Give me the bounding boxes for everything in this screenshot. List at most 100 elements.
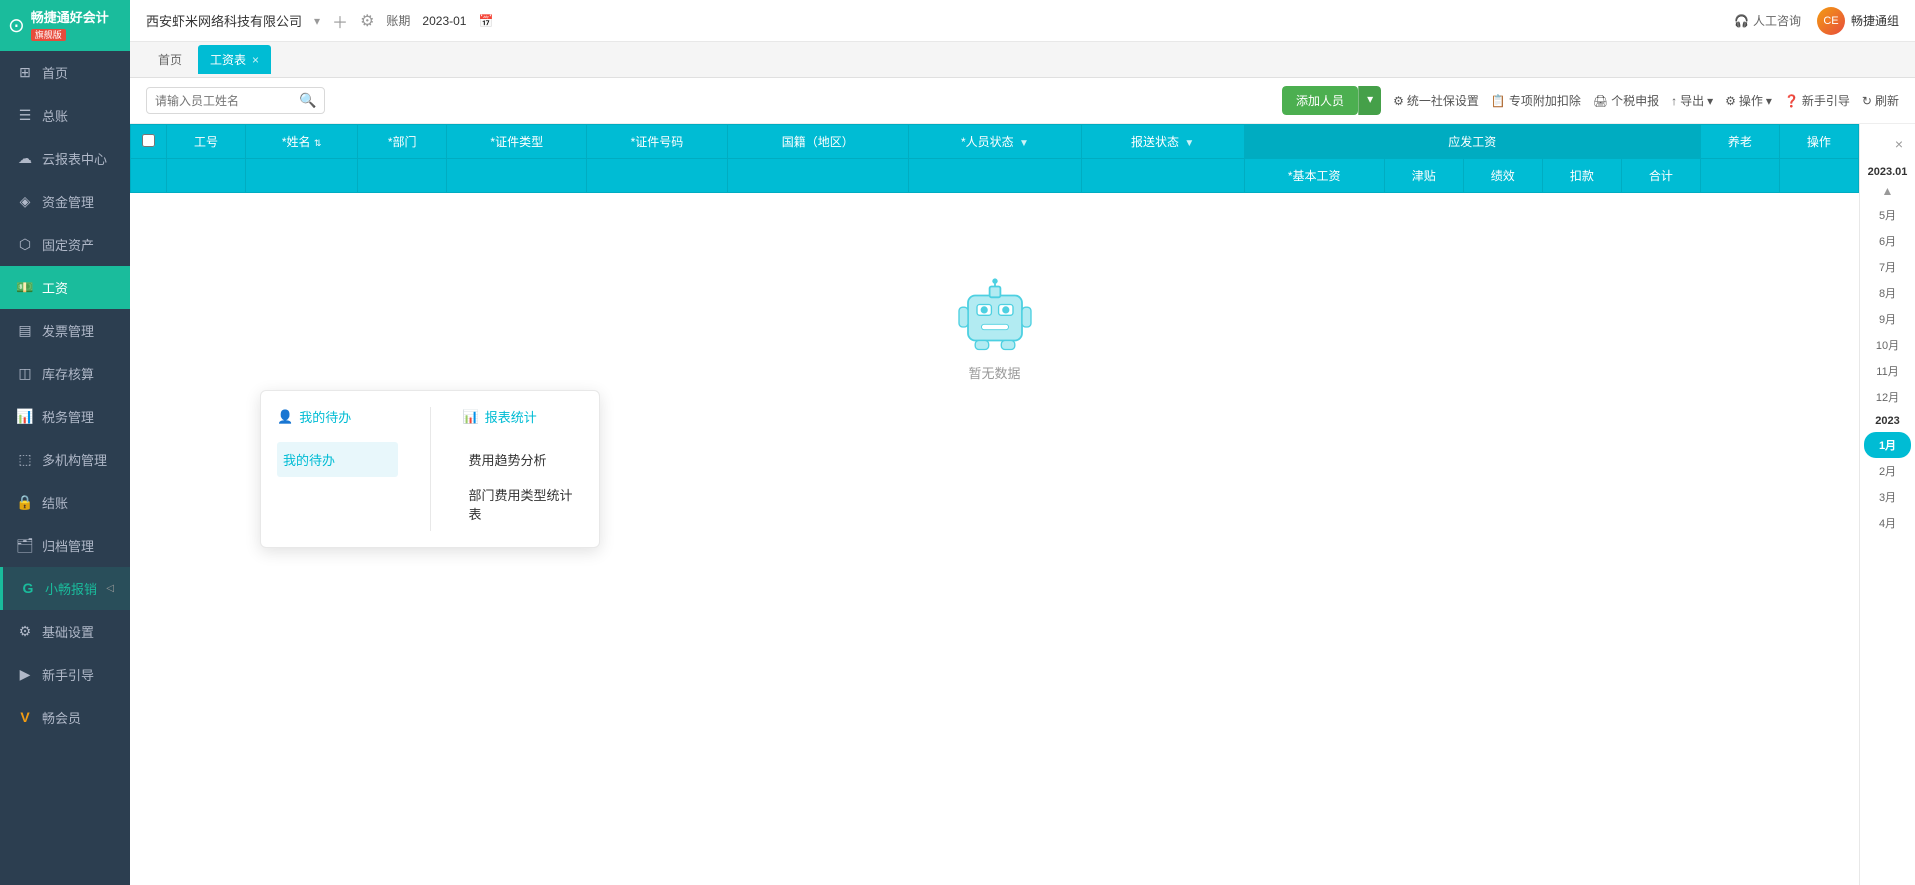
sidebar-item-multi-org[interactable]: ⬚ 多机构管理 bbox=[0, 438, 130, 481]
support-icon: 🎧 bbox=[1734, 14, 1749, 28]
col-pension: 养老 bbox=[1700, 125, 1779, 159]
xiaochang-icon: G bbox=[19, 580, 37, 596]
sidebar-item-tax[interactable]: 📊 税务管理 bbox=[0, 395, 130, 438]
col-name[interactable]: *姓名 ⇅ bbox=[246, 125, 358, 159]
sub-cert-type bbox=[447, 159, 587, 193]
support-button[interactable]: 🎧 人工咨询 bbox=[1734, 12, 1801, 29]
invoice-icon: ▤ bbox=[16, 322, 34, 339]
timeline-month-10[interactable]: 10月 bbox=[1864, 332, 1911, 358]
operations-action[interactable]: ⚙ 操作 ▾ bbox=[1725, 92, 1772, 109]
support-label: 人工咨询 bbox=[1753, 12, 1801, 29]
sidebar-label-invoice: 发票管理 bbox=[42, 321, 94, 340]
sidebar-item-basic-settings[interactable]: ⚙ 基础设置 bbox=[0, 610, 130, 653]
ledger-icon: ☰ bbox=[16, 107, 34, 124]
member-icon: V bbox=[16, 709, 34, 725]
sub-deduction: 扣款 bbox=[1542, 159, 1621, 193]
timeline-month-4[interactable]: 4月 bbox=[1864, 510, 1911, 536]
col-send-status[interactable]: 报送状态 ▼ bbox=[1081, 125, 1244, 159]
special-deduction-icon: 📋 bbox=[1491, 94, 1506, 108]
tab-close-button[interactable]: × bbox=[252, 53, 259, 67]
refresh-action[interactable]: ↻ 刷新 bbox=[1862, 92, 1899, 109]
topbar-settings-button[interactable]: ⚙ bbox=[360, 11, 374, 31]
sidebar-item-salary[interactable]: 💵 工资 bbox=[0, 266, 130, 309]
timeline-month-11[interactable]: 11月 bbox=[1864, 358, 1911, 384]
popup-item-my-todo[interactable]: 我的待办 bbox=[277, 442, 398, 477]
col-cert-no: *证件号码 bbox=[587, 125, 727, 159]
timeline-month-5[interactable]: 5月 bbox=[1864, 202, 1911, 228]
personal-tax-action[interactable]: 🖨 个税申报 bbox=[1593, 92, 1659, 109]
sidebar-label-new-guide: 新手引导 bbox=[42, 665, 94, 684]
sidebar-item-inventory[interactable]: ◫ 库存核算 bbox=[0, 352, 130, 395]
timeline-month-8[interactable]: 8月 bbox=[1864, 280, 1911, 306]
tab-home[interactable]: 首页 bbox=[146, 45, 194, 74]
export-action[interactable]: ↑ 导出 ▾ bbox=[1671, 92, 1713, 109]
period-calendar-icon[interactable]: 📅 bbox=[478, 14, 493, 28]
sidebar-item-archive[interactable]: 🗂 归档管理 bbox=[0, 524, 130, 567]
search-icon[interactable]: 🔍 bbox=[299, 92, 316, 109]
new-guide-action[interactable]: ❓ 新手引导 bbox=[1784, 92, 1850, 109]
tab-salary[interactable]: 工资表 × bbox=[198, 45, 271, 74]
special-deduction-action[interactable]: 📋 专项附加扣除 bbox=[1491, 92, 1581, 109]
timeline-month-12[interactable]: 12月 bbox=[1864, 384, 1911, 410]
add-person-button[interactable]: 添加人员 bbox=[1282, 86, 1358, 115]
search-input[interactable] bbox=[155, 94, 295, 108]
timeline-month-6[interactable]: 6月 bbox=[1864, 228, 1911, 254]
sub-country bbox=[727, 159, 908, 193]
col-salary-group: 应发工资 bbox=[1244, 125, 1700, 159]
sidebar-label-ledger: 总账 bbox=[42, 106, 68, 125]
popup-item-cost-trend[interactable]: 费用趋势分析 bbox=[463, 442, 584, 477]
timeline-up-nav[interactable]: ▲ bbox=[1878, 180, 1898, 202]
new-guide-action-label: 新手引导 bbox=[1802, 92, 1850, 109]
popup-col-todo: 👤 我的待办 我的待办 bbox=[277, 407, 398, 531]
topbar-right: 🎧 人工咨询 CE 畅捷通组 bbox=[1734, 7, 1899, 35]
sidebar-item-funds[interactable]: ◈ 资金管理 bbox=[0, 180, 130, 223]
sidebar-item-new-guide[interactable]: ▶ 新手引导 bbox=[0, 653, 130, 696]
social-insurance-action[interactable]: ⚙ 统一社保设置 bbox=[1393, 92, 1479, 109]
sidebar-item-member[interactable]: V 畅会员 bbox=[0, 696, 130, 739]
special-deduction-label: 专项附加扣除 bbox=[1509, 92, 1581, 109]
user-initials: CE bbox=[1823, 15, 1838, 27]
period-label: 账期 bbox=[386, 12, 410, 29]
search-box: 🔍 bbox=[146, 87, 325, 114]
sidebar-item-xiaochang[interactable]: G 小畅报销 ◁ bbox=[0, 567, 130, 610]
sidebar: ⊙ 畅捷通好会计 旗舰版 ⊞ 首页 ☰ 总账 ☁ 云报表中心 ◈ 资金管理 ⬡ … bbox=[0, 0, 130, 885]
sidebar-item-fixed-assets[interactable]: ⬡ 固定资产 bbox=[0, 223, 130, 266]
operations-label: 操作 bbox=[1739, 92, 1763, 109]
sub-check bbox=[131, 159, 167, 193]
select-all-checkbox[interactable] bbox=[142, 134, 155, 147]
timeline-month-7[interactable]: 7月 bbox=[1864, 254, 1911, 280]
timeline-scroll[interactable]: 5月 6月 7月 8月 9月 10月 11月 12月 2023 1月 2月 3月… bbox=[1860, 202, 1915, 885]
sub-allowance: 津贴 bbox=[1384, 159, 1463, 193]
col-status[interactable]: *人员状态 ▼ bbox=[909, 125, 1082, 159]
dropdown-popup: 👤 我的待办 我的待办 📊 报表统计 费用趋势分析 部门费用类型统计表 bbox=[260, 390, 600, 548]
sidebar-label-multi-org: 多机构管理 bbox=[42, 450, 107, 469]
empty-robot-icon bbox=[950, 273, 1040, 363]
popup-item-dept-cost[interactable]: 部门费用类型统计表 bbox=[463, 477, 584, 531]
user-menu[interactable]: CE 畅捷通组 bbox=[1817, 7, 1899, 35]
popup-col2-title: 报表统计 bbox=[485, 407, 537, 426]
sub-dept bbox=[358, 159, 447, 193]
topbar-add-button[interactable]: ＋ bbox=[332, 9, 348, 33]
timeline-month-2[interactable]: 2月 bbox=[1864, 458, 1911, 484]
timeline-month-1[interactable]: 1月 bbox=[1864, 432, 1911, 458]
add-person-dropdown[interactable]: ▾ bbox=[1358, 86, 1381, 115]
sidebar-label-cloud: 云报表中心 bbox=[42, 149, 107, 168]
timeline-panel: × 2023.01 ▲ 5月 6月 7月 8月 9月 10月 11月 12月 2… bbox=[1859, 124, 1915, 885]
sidebar-item-home[interactable]: ⊞ 首页 bbox=[0, 51, 130, 94]
col-check[interactable] bbox=[131, 125, 167, 159]
archive-icon: 🗂 bbox=[16, 537, 34, 554]
timeline-month-3[interactable]: 3月 bbox=[1864, 484, 1911, 510]
main-content: 西安虾米网络科技有限公司 ▾ ＋ ⚙ 账期 2023-01 📅 🎧 人工咨询 C… bbox=[130, 0, 1915, 885]
timeline-close-button[interactable]: × bbox=[1887, 128, 1911, 160]
timeline-month-9[interactable]: 9月 bbox=[1864, 306, 1911, 332]
empty-text: 暂无数据 bbox=[968, 363, 1020, 382]
sidebar-label-closing: 结账 bbox=[42, 493, 68, 512]
basic-settings-icon: ⚙ bbox=[16, 623, 34, 640]
company-dropdown-icon[interactable]: ▾ bbox=[314, 14, 320, 28]
sidebar-label-inventory: 库存核算 bbox=[42, 364, 94, 383]
app-logo[interactable]: ⊙ 畅捷通好会计 旗舰版 bbox=[0, 0, 130, 51]
sidebar-item-ledger[interactable]: ☰ 总账 bbox=[0, 94, 130, 137]
sidebar-item-invoice[interactable]: ▤ 发票管理 bbox=[0, 309, 130, 352]
sidebar-item-cloud-report[interactable]: ☁ 云报表中心 bbox=[0, 137, 130, 180]
sidebar-item-closing[interactable]: 🔒 结账 bbox=[0, 481, 130, 524]
